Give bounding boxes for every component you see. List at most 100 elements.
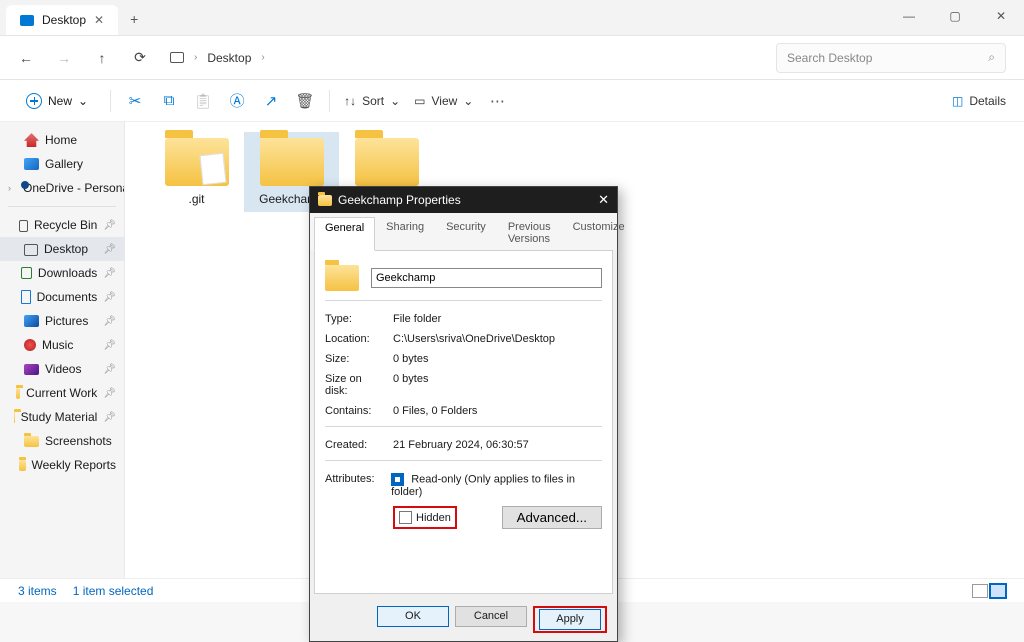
label-size-on-disk: Size on disk: [325,373,381,397]
pin-icon: 📌︎ [103,244,116,255]
breadcrumb-segment[interactable]: Desktop [207,51,251,65]
sidebar-label: Home [45,133,77,147]
sidebar-recycle-bin[interactable]: Recycle Bin 📌︎ [0,213,124,237]
sidebar-label: Gallery [45,157,83,171]
chevron-down-icon: ⌄ [78,94,88,108]
sidebar-pictures[interactable]: Pictures 📌︎ [0,309,124,333]
ok-button[interactable]: OK [377,606,449,627]
separator [8,206,116,207]
cancel-button[interactable]: Cancel [455,606,527,627]
sidebar-label: Current Work [26,386,97,400]
search-input[interactable]: Search Desktop ⌕ [776,43,1006,73]
apply-button[interactable]: Apply [539,609,601,630]
apply-highlight: Apply [533,606,607,633]
view-label: View [432,94,458,108]
readonly-label: Read-only (Only applies to files in fold… [391,473,575,498]
pin-icon: 📌︎ [103,220,116,231]
status-selected-count: 1 item selected [73,584,154,598]
pin-icon: 📌︎ [103,292,116,303]
folder-name-input[interactable] [371,268,602,288]
folder-icon [16,388,20,399]
up-button[interactable]: ↑ [94,50,110,66]
sidebar-home[interactable]: Home [0,128,124,152]
share-icon[interactable]: ↗ [261,92,281,110]
chevron-down-icon: ⌄ [463,94,473,108]
tab-previous-versions[interactable]: Previous Versions [497,216,562,250]
tab-close-icon[interactable]: ✕ [94,13,104,27]
desktop-icon [20,15,34,26]
new-tab-button[interactable]: + [118,3,150,35]
label-attributes: Attributes: [325,473,379,498]
sort-button[interactable]: ↑↓ Sort ⌄ [344,94,400,108]
tab-sharing[interactable]: Sharing [375,216,435,250]
delete-icon[interactable]: 🗑︎ [295,92,315,110]
sidebar-label: Music [42,338,73,352]
tab-general[interactable]: General [314,217,375,251]
list-view-button[interactable] [972,584,988,598]
dialog-close-button[interactable]: ✕ [598,192,609,208]
close-button[interactable]: ✕ [978,0,1024,32]
sidebar-label: Screenshots [45,434,112,448]
value-created: 21 February 2024, 06:30:57 [393,439,529,451]
sidebar-label: Weekly Reports [32,458,116,472]
sidebar-label: OneDrive - Personal [23,181,125,195]
sidebar-label: Pictures [45,314,88,328]
rename-icon[interactable]: Ⓐ [227,90,247,111]
sidebar-music[interactable]: Music 📌︎ [0,333,124,357]
tab-title: Desktop [42,13,86,27]
file-item-git[interactable]: .git [149,132,244,212]
breadcrumb[interactable]: › Desktop › [170,51,754,65]
folder-icon [318,195,332,206]
gallery-icon [24,158,39,170]
value-type: File folder [393,313,441,325]
sidebar-weekly-reports[interactable]: Weekly Reports [0,453,124,477]
sidebar-downloads[interactable]: Downloads 📌︎ [0,261,124,285]
sidebar-current-work[interactable]: Current Work 📌︎ [0,381,124,405]
label-created: Created: [325,439,381,451]
more-button[interactable]: ⋯ [487,92,507,110]
hidden-checkbox[interactable] [399,511,412,524]
details-button[interactable]: ◫ Details [952,94,1006,108]
view-toggle [972,584,1006,598]
folder-icon [19,460,26,471]
chevron-right-icon[interactable]: › [8,183,11,193]
label-contains: Contains: [325,405,381,417]
sidebar-documents[interactable]: Documents 📌︎ [0,285,124,309]
sidebar-desktop[interactable]: Desktop 📌︎ [0,237,124,261]
cut-icon[interactable]: ✂ [125,92,145,110]
sidebar-label: Documents [37,290,98,304]
sidebar-label: Videos [45,362,81,376]
nav-bar: ← → ↑ ⟳ › Desktop › Search Desktop ⌕ [0,36,1024,80]
sidebar-gallery[interactable]: Gallery [0,152,124,176]
sort-icon: ↑↓ [344,94,356,108]
tab-current[interactable]: Desktop ✕ [6,5,118,35]
dialog-titlebar[interactable]: Geekchamp Properties ✕ [310,187,617,213]
advanced-button[interactable]: Advanced... [502,506,602,529]
tab-strip: Desktop ✕ + [0,0,1024,36]
minimize-button[interactable]: — [886,0,932,32]
sidebar-study-material[interactable]: Study Material 📌︎ [0,405,124,429]
view-button[interactable]: ▭ View ⌄ [414,94,473,108]
maximize-button[interactable]: ▢ [932,0,978,32]
value-location: C:\Users\sriva\OneDrive\Desktop [393,333,555,345]
sidebar-onedrive[interactable]: › OneDrive - Personal [0,176,124,200]
forward-button[interactable]: → [56,50,72,66]
tab-security[interactable]: Security [435,216,497,250]
copy-icon[interactable]: ⧉ [159,92,179,109]
value-size-on-disk: 0 bytes [393,373,428,397]
sidebar-label: Recycle Bin [34,218,97,232]
hidden-highlight: Hidden [393,506,457,529]
sidebar-videos[interactable]: Videos 📌︎ [0,357,124,381]
hidden-label: Hidden [416,512,451,524]
value-size: 0 bytes [393,353,428,365]
back-button[interactable]: ← [18,50,34,66]
refresh-button[interactable]: ⟳ [132,49,148,66]
paste-icon[interactable]: 📋︎ [193,92,213,110]
readonly-checkbox[interactable] [391,473,404,486]
videos-icon [24,364,39,375]
sidebar-screenshots[interactable]: Screenshots [0,429,124,453]
tab-customize[interactable]: Customize [562,216,636,250]
new-button[interactable]: New ⌄ [18,89,96,113]
folder-icon [325,265,359,291]
icon-view-button[interactable] [990,584,1006,598]
